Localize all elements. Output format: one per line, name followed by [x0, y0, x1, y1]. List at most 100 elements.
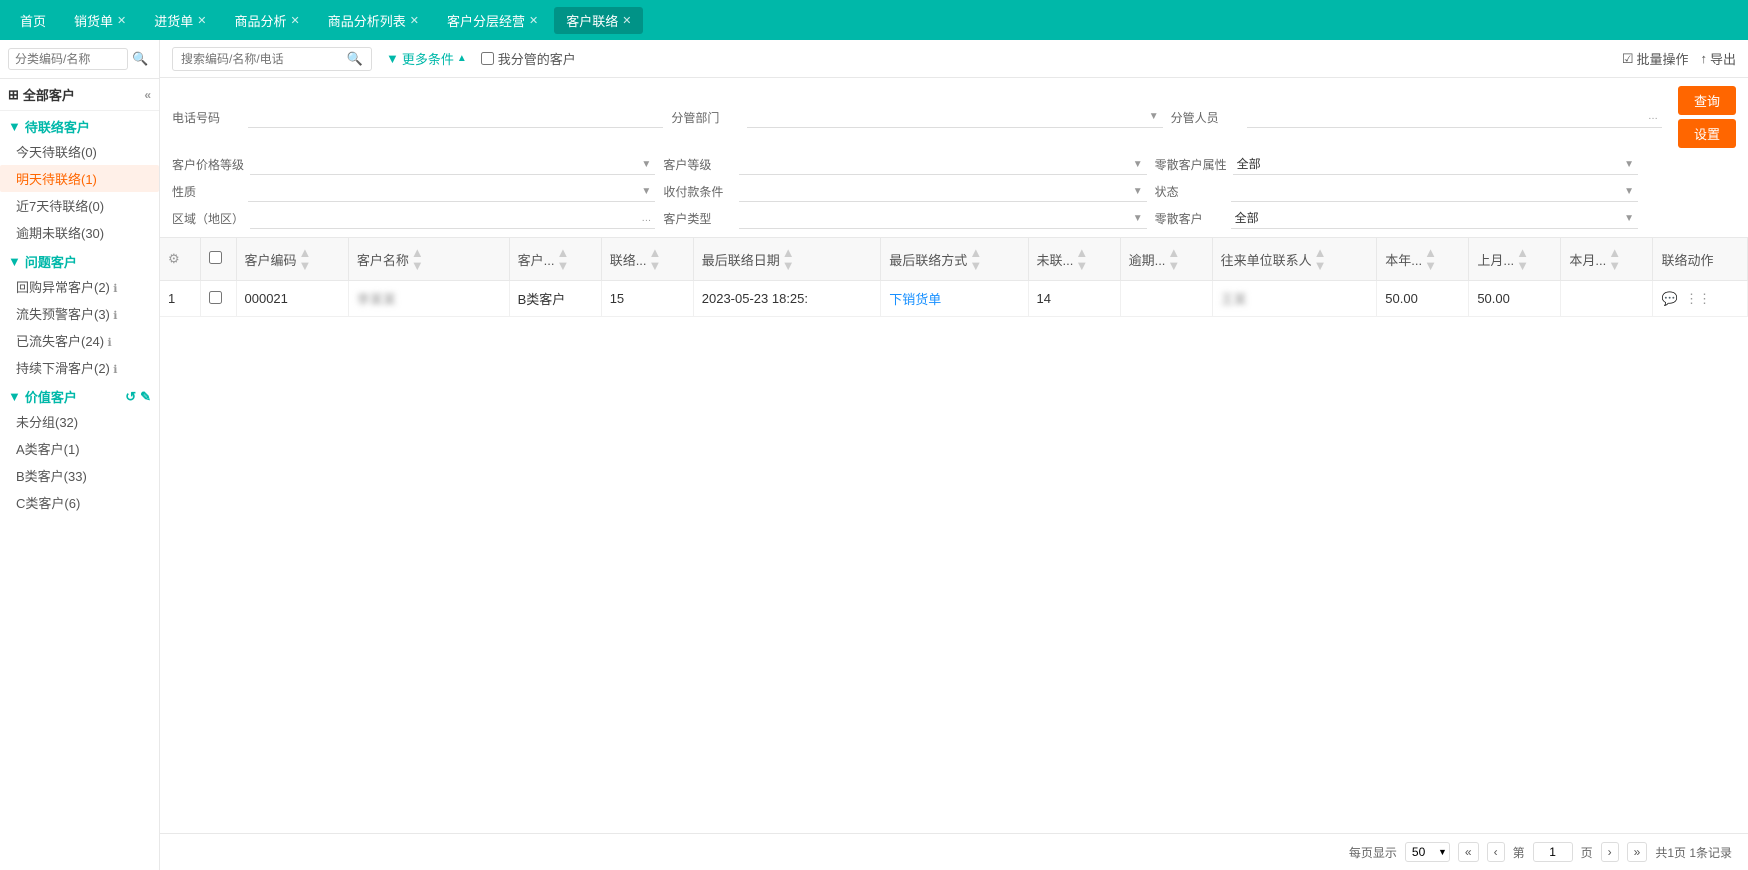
sidebar-item-declining[interactable]: 持续下滑客户(2) ℹ [0, 354, 159, 381]
cust-type-select[interactable] [739, 208, 1146, 228]
customer-grade-select[interactable] [739, 154, 1146, 174]
problem-group-label: 问题客户 [25, 252, 77, 271]
nav-customer-layer-close-icon[interactable]: ✕ [529, 14, 538, 27]
sort-thismonth-icon: ▲▼ [1608, 246, 1621, 272]
sidebar-search-icon[interactable]: 🔍 [132, 51, 148, 67]
sidebar-item-lost[interactable]: 已流失客户(24) ℹ [0, 327, 159, 354]
info-icon-1: ℹ [113, 283, 117, 295]
sidebar-item-7days[interactable]: 近7天待联络(0) [0, 192, 159, 219]
nav-customer-layer[interactable]: 客户分层经营 ✕ [435, 7, 550, 34]
customer-grade-label: 客户等级 [663, 156, 733, 173]
last-page-btn[interactable]: » [1627, 842, 1648, 862]
nav-customer-contact[interactable]: 客户联络 ✕ [554, 7, 643, 34]
collapse-icon[interactable]: « [144, 88, 151, 102]
b-class-label: B类客户(33) [16, 469, 87, 484]
phone-input[interactable] [248, 107, 663, 128]
top-nav: 首页 销货单 ✕ 进货单 ✕ 商品分析 ✕ 商品分析列表 ✕ 客户分层经营 ✕ … [0, 0, 1748, 40]
filter-cell-cust-type: 客户类型 ▼ [663, 208, 1146, 229]
lost-label: 已流失客户(24) [16, 334, 104, 349]
page-word: 第 [1513, 844, 1525, 861]
sidebar-item-a-class[interactable]: A类客户(1) [0, 435, 159, 462]
th-this-month: 本月... ▲▼ [1561, 238, 1653, 281]
row-no-contact: 14 [1037, 291, 1051, 306]
td-name: 李某某 [348, 281, 509, 317]
nav-goods-analysis[interactable]: 商品分析 ✕ [222, 7, 311, 34]
ungrouped-label: 未分组(32) [16, 415, 78, 430]
nature-select[interactable] [248, 181, 655, 201]
more-action-icon[interactable]: ⋮⋮ [1685, 291, 1711, 306]
filter-cell-nature: 性质 ▼ [172, 181, 655, 202]
batch-op-label: 批量操作 [1636, 49, 1688, 68]
nav-goods-analysis-close-icon[interactable]: ✕ [291, 14, 300, 27]
export-label: 导出 [1710, 49, 1736, 68]
page-number-input[interactable] [1533, 842, 1573, 862]
nav-goods-analysis-list[interactable]: 商品分析列表 ✕ [316, 7, 431, 34]
info-icon-4: ℹ [113, 364, 117, 376]
sidebar-item-c-class[interactable]: C类客户(6) [0, 489, 159, 516]
status-select[interactable] [1231, 181, 1638, 201]
select-all-checkbox[interactable] [209, 251, 222, 264]
scatter-select[interactable]: 全部 [1231, 208, 1638, 228]
row-type: B类客户 [518, 292, 566, 307]
settings-col-icon[interactable]: ⚙ [168, 251, 180, 266]
edit-icon[interactable]: ✎ [140, 389, 151, 405]
region-select[interactable] [250, 208, 655, 228]
scatter-attr-select[interactable]: 全部 [1233, 154, 1638, 174]
nature-select-wrap: ▼ [248, 181, 655, 202]
manager-label: 分管人员 [1171, 109, 1241, 126]
search-input[interactable] [181, 52, 347, 66]
sidebar-item-today[interactable]: 今天待联络(0) [0, 138, 159, 165]
prev-page-btn[interactable]: ‹ [1487, 842, 1505, 862]
batch-op-btn[interactable]: ☑ 批量操作 [1622, 49, 1689, 68]
my-customers-checkbox[interactable] [481, 52, 494, 65]
page-size-select[interactable]: 50 100 200 [1405, 842, 1450, 862]
th-overdue-label: 逾期... [1129, 250, 1166, 269]
th-this-month-label: 本月... [1569, 250, 1606, 269]
search-icon[interactable]: 🔍 [347, 51, 363, 67]
th-contacts: 联络... ▲▼ [601, 238, 693, 281]
first-page-btn[interactable]: « [1458, 842, 1479, 862]
payment-select[interactable] [739, 181, 1146, 201]
filter-cell-phone: 电话号码 [172, 107, 663, 128]
filter-more-btn[interactable]: ▼ 更多条件 ▲ [380, 46, 473, 71]
sidebar-item-ungrouped[interactable]: 未分组(32) [0, 408, 159, 435]
my-customers-checkbox-label[interactable]: 我分管的客户 [481, 49, 576, 68]
nav-home[interactable]: 首页 [8, 7, 58, 34]
nav-sales-close-icon[interactable]: ✕ [117, 14, 126, 27]
nav-sales[interactable]: 销货单 ✕ [62, 7, 138, 34]
export-btn[interactable]: ↑ 导出 [1700, 49, 1736, 68]
row-index: 1 [168, 291, 175, 306]
nav-purchase[interactable]: 进货单 ✕ [142, 7, 218, 34]
th-unit-contacts: 往来单位联系人 ▲▼ [1212, 238, 1377, 281]
sidebar-item-b-class[interactable]: B类客户(33) [0, 462, 159, 489]
sort-contacts-icon: ▲▼ [649, 246, 662, 272]
next-page-btn[interactable]: › [1601, 842, 1619, 862]
checkbox-batch-icon: ☑ [1622, 51, 1634, 67]
dept-select[interactable] [747, 107, 1162, 127]
query-btn[interactable]: 查询 [1678, 86, 1736, 115]
manager-select[interactable] [1247, 107, 1662, 127]
sidebar-item-overdue[interactable]: 逾期未联络(30) [0, 219, 159, 246]
sidebar-item-lost-warning[interactable]: 流失预警客户(3) ℹ [0, 300, 159, 327]
filter-icon: ▼ [386, 51, 399, 66]
row-checkbox[interactable] [209, 291, 222, 304]
sort-code-icon: ▲▼ [299, 246, 312, 272]
sidebar-item-today-label: 今天待联络(0) [16, 145, 97, 160]
nav-goods-analysis-list-close-icon[interactable]: ✕ [410, 14, 419, 27]
th-this-year-label: 本年... [1385, 250, 1422, 269]
sidebar-item-repurchase-abnormal[interactable]: 回购异常客户(2) ℹ [0, 273, 159, 300]
filter-actions: 查询 设置 [1678, 86, 1736, 148]
sidebar-all-customers[interactable]: ⊞ 全部客户 « [0, 79, 159, 111]
sidebar-item-tomorrow[interactable]: 明天待联络(1) [0, 165, 159, 192]
refresh-icon[interactable]: ↺ [125, 389, 136, 405]
price-grade-select[interactable] [250, 154, 655, 174]
nav-purchase-close-icon[interactable]: ✕ [197, 14, 206, 27]
row-last-contact-way[interactable]: 下销货单 [889, 292, 941, 307]
search-wrap: 🔍 [172, 47, 372, 71]
sidebar-search-input[interactable] [8, 48, 128, 70]
td-type: B类客户 [509, 281, 601, 317]
nav-customer-contact-close-icon[interactable]: ✕ [622, 14, 631, 27]
filter-row-2: 客户价格等级 ▼ 客户等级 ▼ 零散客户属性 [172, 154, 1736, 175]
settings-btn[interactable]: 设置 [1678, 119, 1736, 148]
contact-action-icon[interactable]: 💬 [1661, 291, 1677, 306]
